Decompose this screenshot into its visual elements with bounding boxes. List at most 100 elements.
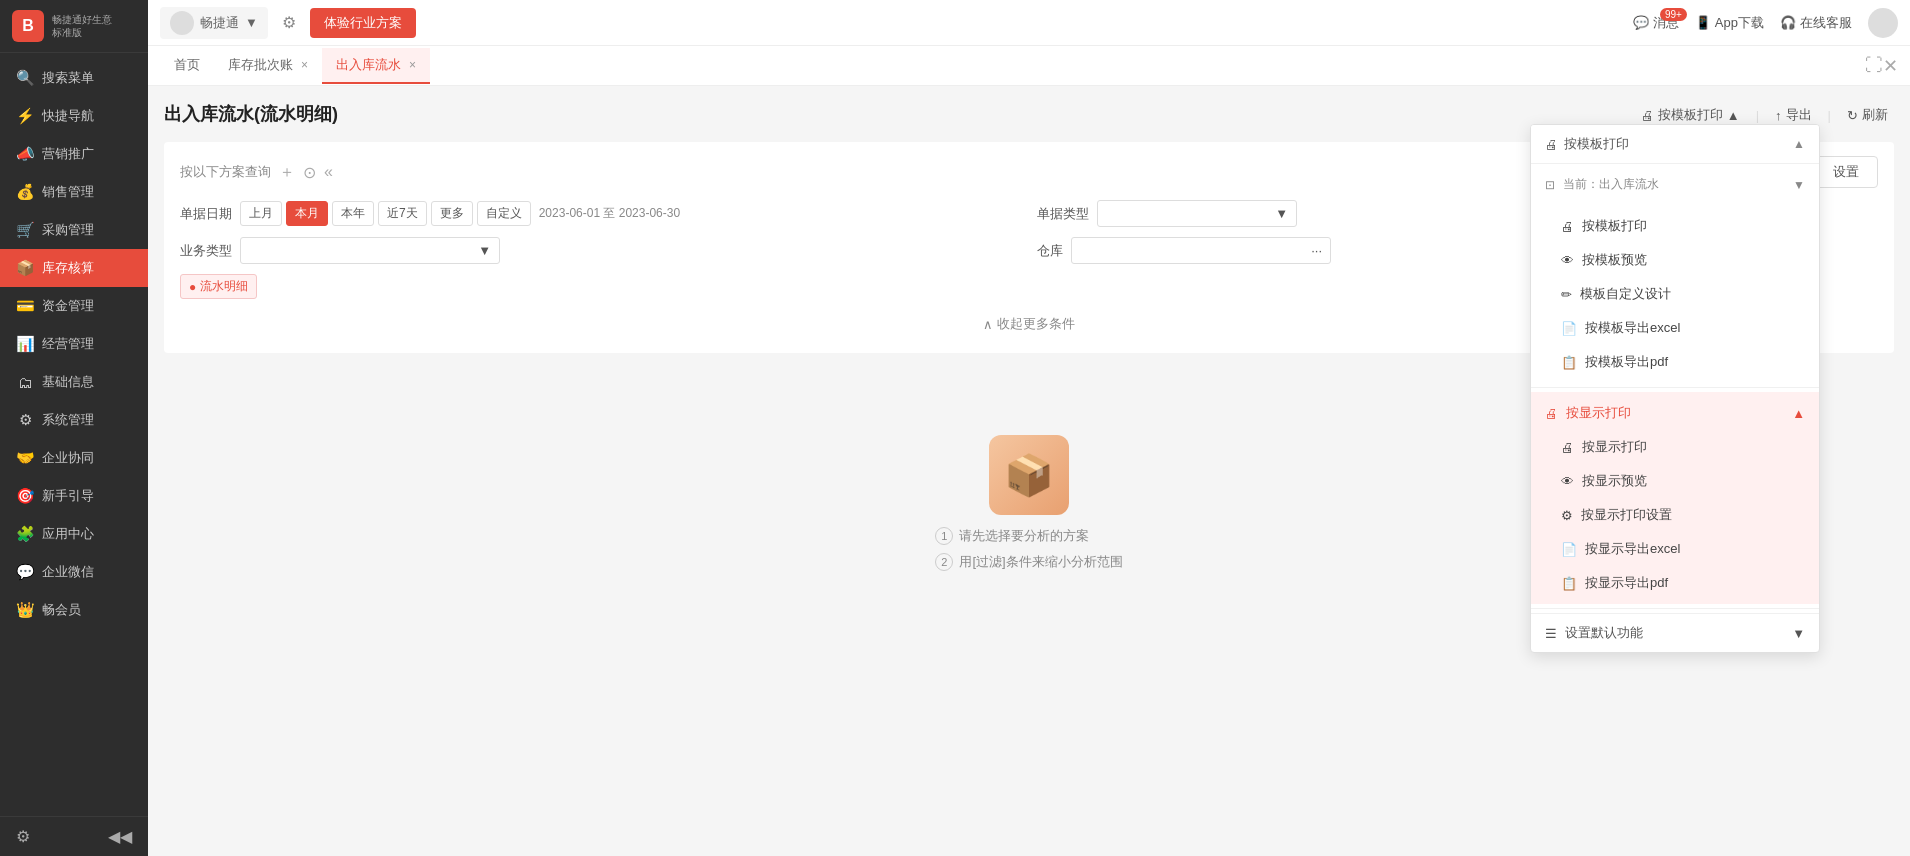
sidebar-item-system[interactable]: ⚙系统管理: [0, 401, 148, 439]
sidebar-label-marketing: 营销推广: [42, 145, 94, 163]
sidebar-item-operations[interactable]: 📊 经营管理: [0, 325, 148, 363]
dp-template-pdf-btn[interactable]: 📋 按模板导出pdf: [1531, 345, 1819, 379]
refresh-icon: ↻: [1847, 108, 1858, 123]
dp-template-custom-btn[interactable]: ✏ 模板自定义设计: [1531, 277, 1819, 311]
user-selector[interactable]: 畅捷通 ▼: [160, 7, 268, 39]
sidebar-item-guide[interactable]: 🎯新手引导: [0, 477, 148, 515]
empty-steps: 1 请先选择要分析的方案 2 用[过滤]条件来缩小分析范围: [935, 523, 1122, 575]
refresh-btn[interactable]: ↻ 刷新: [1841, 102, 1894, 128]
sidebar: B 畅捷通好生意 标准版 🔍搜索菜单⚡快捷导航 📣 营销推广 💰销售管理🛒采购管理📦库…: [0, 0, 148, 856]
dp-set-default-btn[interactable]: ☰ 设置默认功能 ▼: [1531, 613, 1819, 652]
sidebar-item-shortcut[interactable]: ⚡快捷导航: [0, 97, 148, 135]
dp-separator: [1531, 387, 1819, 388]
date-btn-自定义[interactable]: 自定义: [477, 201, 531, 226]
dp-default-chevron-icon: ▼: [1792, 626, 1805, 641]
warehouse-label: 仓库: [1037, 242, 1063, 260]
date-btn-上月[interactable]: 上月: [240, 201, 282, 226]
date-btn-本年[interactable]: 本年: [332, 201, 374, 226]
biz-type-chevron-icon: ▼: [478, 243, 491, 258]
topbar-user-avatar[interactable]: [1868, 8, 1898, 38]
date-btn-更多[interactable]: 更多: [431, 201, 473, 226]
dp-display-chevron-icon: ▲: [1792, 406, 1805, 421]
logo-text: 畅捷通好生意 标准版: [52, 13, 112, 39]
filter-add-icon[interactable]: ＋: [279, 162, 295, 183]
empty-step-1: 1 请先选择要分析的方案: [935, 523, 1122, 549]
sidebar-item-collab[interactable]: 🤝企业协同: [0, 439, 148, 477]
dp-display-print-settings-btn[interactable]: ⚙ 按显示打印设置: [1531, 498, 1819, 532]
date-btn-本月[interactable]: 本月: [286, 201, 328, 226]
dp-template-preview-btn[interactable]: 👁 按模板预览: [1531, 243, 1819, 277]
dp-header-chevron-icon: ▲: [1793, 137, 1805, 151]
sidebar-item-base[interactable]: 🗂基础信息: [0, 363, 148, 401]
dp-template-section: 🖨 按模板打印 👁 按模板预览 ✏ 模板自定义设计 📄 按模板导出excel 📋: [1531, 205, 1819, 383]
sidebar-icon-apps: 🧩: [16, 525, 34, 543]
app-download-btn[interactable]: 📱 App下载: [1695, 14, 1764, 32]
doc-type-select[interactable]: ▼: [1097, 200, 1297, 227]
tabbar-expand-icon[interactable]: ⛶: [1865, 55, 1883, 76]
dp-display-print-btn[interactable]: 🖨 按显示打印: [1531, 430, 1819, 464]
topbar-gear-icon[interactable]: ⚙: [278, 9, 300, 36]
dp-display-preview-btn[interactable]: 👁 按显示预览: [1531, 464, 1819, 498]
step-2-num: 2: [935, 553, 953, 571]
messages-btn[interactable]: 💬 消息 99+: [1633, 14, 1679, 32]
app-label: App下载: [1715, 14, 1764, 32]
sidebar-item-member[interactable]: 👑畅会员: [0, 591, 148, 629]
dp-template-excel-btn[interactable]: 📄 按模板导出excel: [1531, 311, 1819, 345]
dp-display-excel-btn[interactable]: 📄 按显示导出excel: [1531, 532, 1819, 566]
sidebar-item-inventory[interactable]: 📦库存核算: [0, 249, 148, 287]
dp-template-print-icon: 🖨: [1561, 219, 1574, 234]
dp-display-section-header: 🖨 按显示打印 ▲: [1531, 396, 1819, 430]
sidebar-item-sales[interactable]: 💰销售管理: [0, 173, 148, 211]
dp-current-text: 当前：出入库流水: [1563, 176, 1659, 193]
tabbar: 首页库存批次账×出入库流水× ⛶✕: [148, 46, 1910, 86]
sidebar-icon-operations: 📊: [16, 335, 34, 353]
collapse-sidebar-icon[interactable]: ◀◀: [108, 827, 132, 846]
trial-btn[interactable]: 体验行业方案: [310, 8, 416, 38]
export-icon: ↑: [1775, 108, 1782, 123]
dp-display-print-icon: 🖨: [1561, 440, 1574, 455]
dp-default-icon: ☰: [1545, 626, 1557, 641]
topbar: 畅捷通 ▼ ⚙ 体验行业方案 💬 消息 99+ 📱 App下载 🎧 在线客服: [148, 0, 1910, 46]
tab-close-batch[interactable]: ×: [301, 58, 308, 72]
settings-footer-icon[interactable]: ⚙: [16, 827, 30, 846]
sidebar-item-purchase[interactable]: 🛒采购管理: [0, 211, 148, 249]
warehouse-more-icon: ···: [1311, 243, 1322, 258]
sidebar-icon-marketing: 📣: [16, 145, 34, 163]
sidebar-label-member: 畅会员: [42, 601, 81, 619]
filter-settings-icon[interactable]: ⊙: [303, 163, 316, 182]
user-avatar: [170, 11, 194, 35]
settings-btn[interactable]: 设置: [1814, 156, 1878, 188]
dp-separator-2: [1531, 608, 1819, 609]
sidebar-footer: ⚙ ◀◀: [0, 816, 148, 856]
dp-current-chevron-icon: ▼: [1793, 178, 1805, 192]
biz-type-select[interactable]: ▼: [240, 237, 500, 264]
sidebar-item-apps[interactable]: 🧩应用中心: [0, 515, 148, 553]
sidebar-logo: B 畅捷通好生意 标准版: [0, 0, 148, 53]
tab-home[interactable]: 首页: [160, 48, 214, 84]
sidebar-item-finance[interactable]: 💳资金管理: [0, 287, 148, 325]
warehouse-select[interactable]: ···: [1071, 237, 1331, 264]
filter-collapse-icon[interactable]: «: [324, 163, 333, 181]
tab-flow[interactable]: 出入库流水×: [322, 48, 430, 84]
date-btn-近7天[interactable]: 近7天: [378, 201, 427, 226]
step-1-num: 1: [935, 527, 953, 545]
dp-template-print-btn[interactable]: 🖨 按模板打印: [1531, 209, 1819, 243]
sidebar-item-wechat[interactable]: 💬企业微信: [0, 553, 148, 591]
logo-icon: B: [12, 10, 44, 42]
tabbar-close-all-icon[interactable]: ✕: [1883, 55, 1898, 77]
dp-current-icon: ⊡: [1545, 178, 1555, 192]
print-dropdown-panel: 🖨 按模板打印 ▲ ⊡ 当前：出入库流水 ▼ 🖨 按模板打印: [1530, 124, 1820, 653]
dropdown-header: 🖨 按模板打印 ▲: [1531, 125, 1819, 164]
sidebar-item-marketing[interactable]: 📣 营销推广: [0, 135, 148, 173]
dp-current-label: ⊡ 当前：出入库流水 ▼: [1531, 168, 1819, 201]
sidebar-label-operations: 经营管理: [42, 335, 94, 353]
user-dropdown-icon: ▼: [245, 15, 258, 30]
service-label: 在线客服: [1800, 14, 1852, 32]
customer-service-btn[interactable]: 🎧 在线客服: [1780, 14, 1852, 32]
dp-display-pdf-btn[interactable]: 📋 按显示导出pdf: [1531, 566, 1819, 600]
tab-close-flow[interactable]: ×: [409, 58, 416, 72]
tab-batch[interactable]: 库存批次账×: [214, 48, 322, 84]
sidebar-item-search[interactable]: 🔍搜索菜单: [0, 59, 148, 97]
dp-template-excel-icon: 📄: [1561, 321, 1577, 336]
sidebar-label-purchase: 采购管理: [42, 221, 94, 239]
